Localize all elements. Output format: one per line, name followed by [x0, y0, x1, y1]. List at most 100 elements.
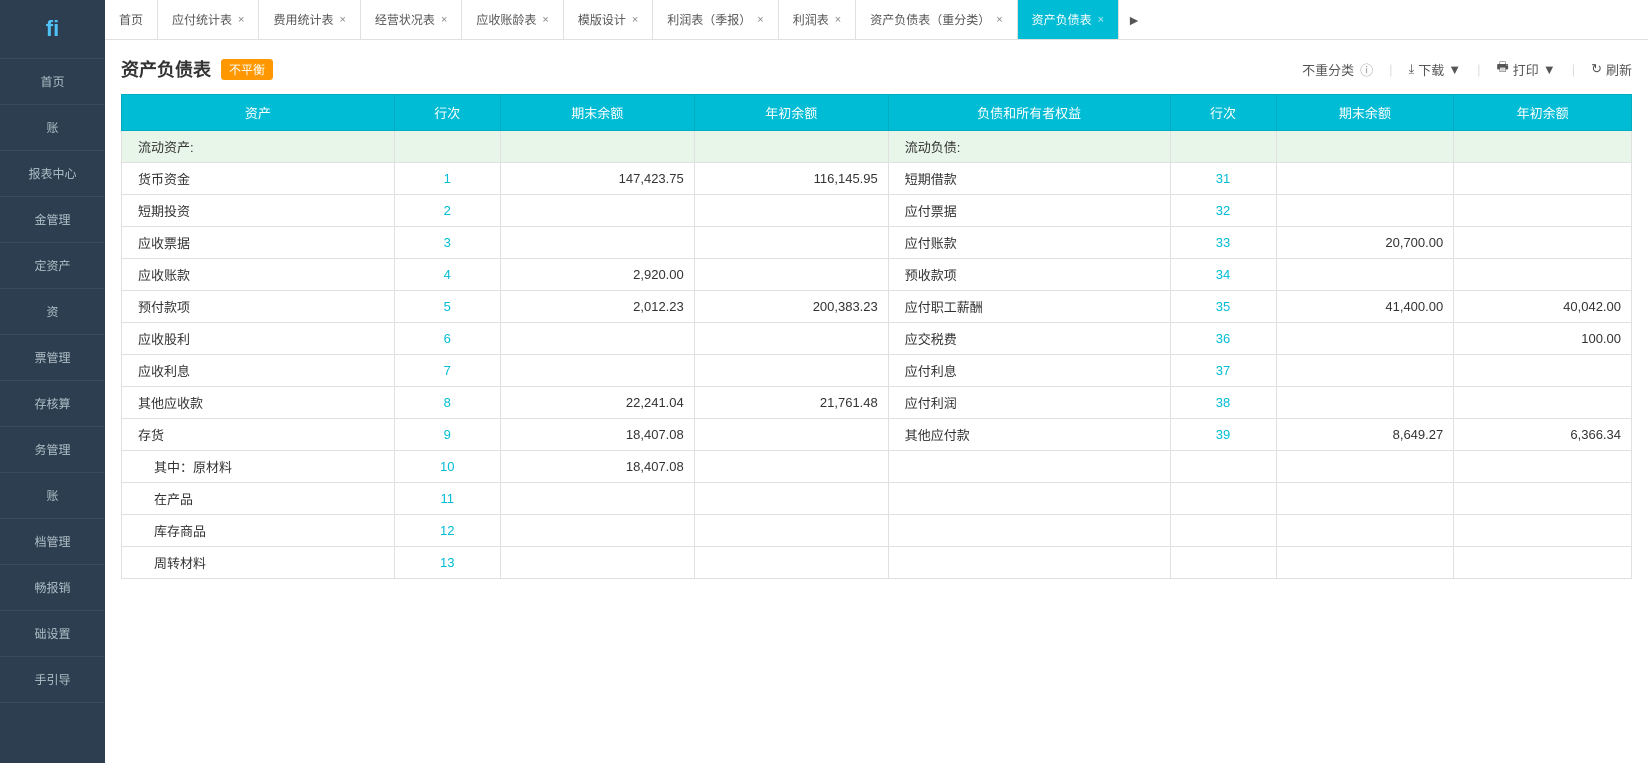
- row-number2: 31: [1170, 163, 1276, 195]
- sidebar-item-cashmanage[interactable]: 金管理: [0, 197, 105, 243]
- sidebar-item-settings[interactable]: 础设置: [0, 611, 105, 657]
- liability-name: [888, 451, 1170, 483]
- sidebar-item-report[interactable]: 报表中心: [0, 151, 105, 197]
- table-row[interactable]: 应收票据 3 应付账款 33 20,700.00: [122, 227, 1632, 259]
- year-start-value: [694, 323, 888, 355]
- asset-name: 周转材料: [122, 547, 395, 579]
- header-year-start2: 年初余额: [1454, 95, 1632, 131]
- header-asset: 资产: [122, 95, 395, 131]
- row-number2: 39: [1170, 419, 1276, 451]
- table-row[interactable]: 库存商品 12: [122, 515, 1632, 547]
- tab-balance-reclassify[interactable]: 资产负债表（重分类） ×: [856, 0, 1017, 40]
- table-row[interactable]: 周转材料 13: [122, 547, 1632, 579]
- sidebar-item-home[interactable]: 首页: [0, 59, 105, 105]
- period-end-value: [500, 227, 694, 259]
- tab-home[interactable]: 首页: [105, 0, 158, 40]
- period-end-value: 18,407.08: [500, 419, 694, 451]
- year-start-value: 21,761.48: [694, 387, 888, 419]
- period-end-value2: [1276, 547, 1454, 579]
- period-end-value: [500, 195, 694, 227]
- year-start-value: [694, 451, 888, 483]
- refresh-action[interactable]: ↻ 刷新: [1591, 60, 1632, 79]
- print-action[interactable]: 🖶 打印 ▼: [1497, 58, 1556, 80]
- table-row[interactable]: 其中：原材料 10 18,407.08: [122, 451, 1632, 483]
- tab-close-template[interactable]: ×: [632, 14, 638, 26]
- sidebar-item-ledger[interactable]: 账: [0, 473, 105, 519]
- row-number: 4: [394, 259, 500, 291]
- tab-bar: 首页 应付统计表 × 费用统计表 × 经营状况表 × 应收账龄表 × 模版设计 …: [105, 0, 1648, 40]
- liability-name: 其他应付款: [888, 419, 1170, 451]
- sidebar-item-asset[interactable]: 资: [0, 289, 105, 335]
- tab-close-payable-stat[interactable]: ×: [238, 14, 244, 26]
- asset-name: 货币资金: [122, 163, 395, 195]
- row-number: 3: [394, 227, 500, 259]
- header-liability: 负债和所有者权益: [888, 95, 1170, 131]
- sidebar-item-taxmanage[interactable]: 务管理: [0, 427, 105, 473]
- liability-name: 应付职工薪酬: [888, 291, 1170, 323]
- table-row[interactable]: 在产品 11: [122, 483, 1632, 515]
- tab-profit[interactable]: 利润表 ×: [779, 0, 856, 40]
- table-row[interactable]: 应收股利 6 应交税费 36 100.00: [122, 323, 1632, 355]
- sidebar-item-account[interactable]: 账: [0, 105, 105, 151]
- tab-receivable-age[interactable]: 应收账龄表 ×: [462, 0, 563, 40]
- tab-close-receivable-age[interactable]: ×: [542, 14, 548, 26]
- sidebar-item-fixedasset[interactable]: 定资产: [0, 243, 105, 289]
- tab-ops[interactable]: 经营状况表 ×: [361, 0, 462, 40]
- header-row-num2: 行次: [1170, 95, 1276, 131]
- tab-close-profit-quarter[interactable]: ×: [757, 14, 763, 26]
- year-start-value2: [1454, 547, 1632, 579]
- sidebar-item-archive[interactable]: 档管理: [0, 519, 105, 565]
- period-end-value2: [1276, 483, 1454, 515]
- period-end-value: [500, 483, 694, 515]
- period-end-value: [500, 515, 694, 547]
- asset-name: 其他应收款: [122, 387, 395, 419]
- liability-name: 短期借款: [888, 163, 1170, 195]
- row-number: 10: [394, 451, 500, 483]
- period-end-value2: [1276, 451, 1454, 483]
- header-period-end2: 期末余额: [1276, 95, 1454, 131]
- liability-name: 预收款项: [888, 259, 1170, 291]
- tab-template[interactable]: 模版设计 ×: [564, 0, 653, 40]
- sidebar-item-invoice[interactable]: 票管理: [0, 335, 105, 381]
- table-row[interactable]: 应收利息 7 应付利息 37: [122, 355, 1632, 387]
- period-end-value: [500, 547, 694, 579]
- asset-name: 应收股利: [122, 323, 395, 355]
- tab-cost-stat[interactable]: 费用统计表 ×: [259, 0, 360, 40]
- sidebar-item-inventory[interactable]: 存核算: [0, 381, 105, 427]
- header-row-num: 行次: [394, 95, 500, 131]
- row-number2: 32: [1170, 195, 1276, 227]
- asset-name: 其中：原材料: [122, 451, 395, 483]
- tab-scroll-right[interactable]: ►: [1119, 0, 1149, 40]
- row-number: 11: [394, 483, 500, 515]
- tab-close-balance[interactable]: ×: [1098, 14, 1104, 26]
- year-start-value: [694, 515, 888, 547]
- year-start-value2: [1454, 163, 1632, 195]
- tab-close-ops[interactable]: ×: [441, 14, 447, 26]
- table-row[interactable]: 预付款项 5 2,012.23 200,383.23 应付职工薪酬 35 41,…: [122, 291, 1632, 323]
- tab-close-balance-reclassify[interactable]: ×: [996, 14, 1002, 26]
- classify-action[interactable]: 不重分类 ⓘ: [1302, 60, 1373, 79]
- table-row[interactable]: 存货 9 18,407.08 其他应付款 39 8,649.27 6,366.3…: [122, 419, 1632, 451]
- period-end-value2: 20,700.00: [1276, 227, 1454, 259]
- tab-close-profit[interactable]: ×: [835, 14, 841, 26]
- download-label: 下载: [1418, 60, 1444, 79]
- row-number2: 33: [1170, 227, 1276, 259]
- tab-close-cost-stat[interactable]: ×: [339, 14, 345, 26]
- sidebar-item-expense[interactable]: 畅报销: [0, 565, 105, 611]
- table-row[interactable]: 短期投资 2 应付票据 32: [122, 195, 1632, 227]
- tab-payable-stat[interactable]: 应付统计表 ×: [158, 0, 259, 40]
- period-end-value2: [1276, 355, 1454, 387]
- period-end-value2: [1276, 259, 1454, 291]
- tab-balance[interactable]: 资产负债表 ×: [1018, 0, 1119, 40]
- table-row[interactable]: 货币资金 1 147,423.75 116,145.95 短期借款 31: [122, 163, 1632, 195]
- liability-name: [888, 515, 1170, 547]
- row-number2: 38: [1170, 387, 1276, 419]
- tab-profit-quarter[interactable]: 利润表（季报） ×: [653, 0, 778, 40]
- table-row[interactable]: 应收账款 4 2,920.00 预收款项 34: [122, 259, 1632, 291]
- year-start-value2: [1454, 227, 1632, 259]
- year-start-value: [694, 419, 888, 451]
- table-row[interactable]: 其他应收款 8 22,241.04 21,761.48 应付利润 38: [122, 387, 1632, 419]
- sidebar-item-guide[interactable]: 手引导: [0, 657, 105, 703]
- download-action[interactable]: ⤓ 下载 ▼: [1408, 60, 1461, 79]
- page-title-area: 资产负债表 不平衡: [121, 56, 273, 82]
